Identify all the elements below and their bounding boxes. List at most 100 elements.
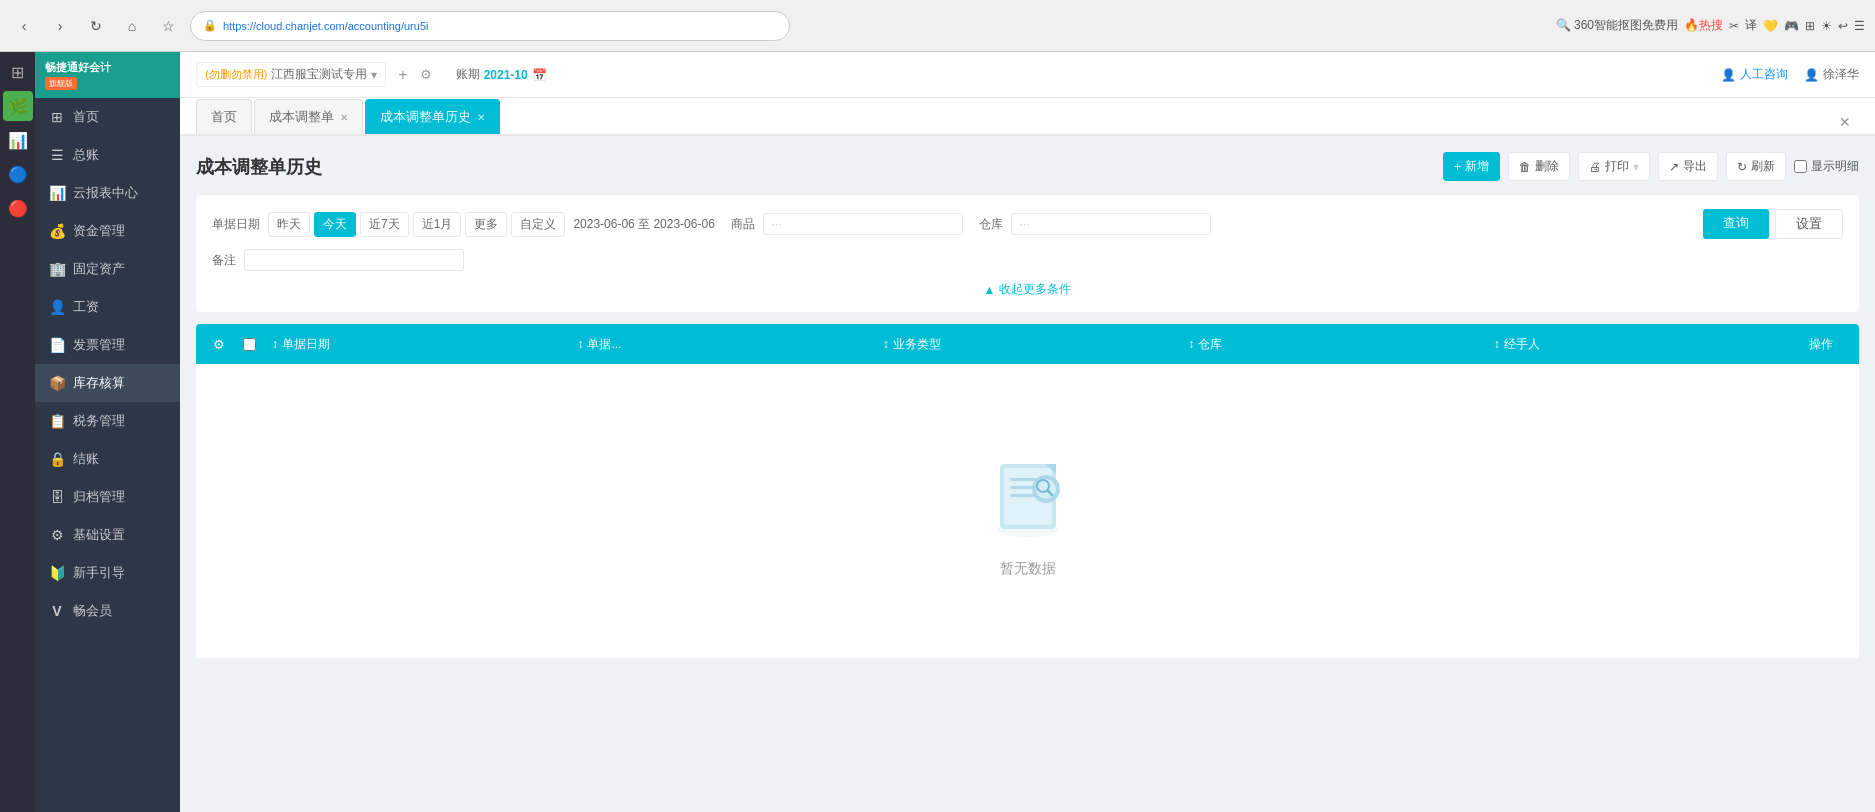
sidebar-item-vip[interactable]: V 畅会员 [35,592,180,630]
sidebar-label-fixed: 固定资产 [73,260,125,278]
star-button[interactable]: ☆ [154,12,182,40]
address-bar[interactable]: 🔒 https://cloud.chanjet.com/accounting/u… [190,11,790,41]
user-menu[interactable]: 👤 徐泽华 [1804,66,1859,83]
select-all-input[interactable] [243,338,256,351]
date-filter-label: 单据日期 [212,216,260,233]
sidebar-item-home[interactable]: ⊞ 首页 [35,98,180,136]
hot-search[interactable]: 🔥热搜 [1684,17,1723,34]
tab-home[interactable]: 首页 [196,99,252,134]
show-columns-checkbox[interactable] [1794,160,1807,173]
query-button[interactable]: 查询 [1703,209,1769,239]
apps-tool[interactable]: ⊞ [1805,19,1815,33]
th-date[interactable]: ↕ 单据日期 [264,336,569,353]
sidebar-item-settings[interactable]: ⚙ 基础设置 [35,516,180,554]
add-company-btn[interactable]: + [398,66,407,84]
forward-button[interactable]: › [46,12,74,40]
export-button[interactable]: ↗ 导出 [1658,152,1718,181]
date-btn-yesterday[interactable]: 昨天 [268,212,310,237]
delete-label: 删除 [1535,158,1559,175]
brightness-tool[interactable]: ☀ [1821,19,1832,33]
new-button[interactable]: + 新增 [1443,152,1500,181]
tab-cost-adjust-history[interactable]: 成本调整单历史 ✕ [365,99,500,134]
sidebar-item-reports[interactable]: 📊 云报表中心 [35,174,180,212]
reload-button[interactable]: ↻ [82,12,110,40]
sidebar-item-fixed[interactable]: 🏢 固定资产 [35,250,180,288]
date-btn-custom[interactable]: 自定义 [511,212,565,237]
th-warehouse[interactable]: ↕ 仓库 [1180,336,1485,353]
inventory-icon: 📦 [49,375,65,391]
settings-icon: ⚙ [49,527,65,543]
sidebar: 畅捷通好会计 旗舰版 ⊞ 首页 ☰ 总账 📊 云报表中心 💰 资金管理 [35,52,180,812]
date-btn-more[interactable]: 更多 [465,212,507,237]
sidebar-label-ledger: 总账 [73,146,99,164]
tab-cost-adjust-close[interactable]: ✕ [340,112,348,123]
period-label: 账期 [456,66,480,83]
company-settings-btn[interactable]: ⚙ [420,67,432,82]
sidebar-item-invoice[interactable]: 📄 发票管理 [35,326,180,364]
sidebar-item-funds[interactable]: 💰 资金管理 [35,212,180,250]
goods-dots: ··· [772,217,782,231]
th-sort-date-icon: ↕ [272,337,278,351]
period-info: 账期 2021-10 📅 [456,66,547,83]
menu-tool[interactable]: ☰ [1854,19,1865,33]
sidebar-item-inventory[interactable]: 📦 库存核算 [35,364,180,402]
show-columns-label: 显示明细 [1811,158,1859,175]
icon-bar-home[interactable]: ⊞ [3,57,33,87]
refresh-button[interactable]: ↻ 刷新 [1726,152,1786,181]
collapse-button[interactable]: ▲ 收起更多条件 [212,281,1843,298]
goods-selector[interactable]: ··· [763,213,963,235]
sidebar-label-salary: 工资 [73,298,99,316]
sidebar-item-salary[interactable]: 👤 工资 [35,288,180,326]
tab-history-close[interactable]: ✕ [477,112,485,123]
sidebar-label-vip: 畅会员 [73,602,112,620]
warehouse-selector[interactable]: ··· [1011,213,1211,235]
sidebar-item-archive[interactable]: 🗄 归档管理 [35,478,180,516]
th-handler[interactable]: ↕ 经手人 [1486,336,1791,353]
tab-cost-adjust[interactable]: 成本调整单 ✕ [254,99,363,134]
scissors-tool[interactable]: ✂ [1729,19,1739,33]
archive-icon: 🗄 [49,489,65,505]
top-bar-right: 👤 人工咨询 👤 徐泽华 [1721,66,1859,83]
back-button[interactable]: ‹ [10,12,38,40]
invoice-icon: 📄 [49,337,65,353]
tab-close-all[interactable]: ✕ [1831,110,1859,134]
sidebar-logo[interactable]: 畅捷通好会计 旗舰版 [35,52,180,98]
show-columns-btn[interactable]: 显示明细 [1794,158,1859,175]
date-btn-7days[interactable]: 近7天 [360,212,409,237]
logo-badge: 旗舰版 [45,77,77,90]
translate-tool[interactable]: 译 [1745,17,1757,34]
undo-tool[interactable]: ↩ [1838,19,1848,33]
home-button[interactable]: ⌂ [118,12,146,40]
icon-bar-item-1[interactable]: 📊 [3,125,33,155]
sidebar-item-close[interactable]: 🔒 结账 [35,440,180,478]
sidebar-item-ledger[interactable]: ☰ 总账 [35,136,180,174]
print-button[interactable]: 🖨 打印 ▾ [1578,152,1650,181]
sidebar-label-archive: 归档管理 [73,488,125,506]
wallet-tool[interactable]: 💛 [1763,19,1778,33]
filter-settings-button[interactable]: 设置 [1775,209,1843,239]
icon-bar-active[interactable]: 🌿 [3,91,33,121]
search-tool[interactable]: 🔍 360智能抠图免费用 [1556,17,1678,34]
calendar-icon[interactable]: 📅 [532,68,547,82]
game-tool[interactable]: 🎮 [1784,19,1799,33]
date-btn-today[interactable]: 今天 [314,212,356,237]
sidebar-item-tax[interactable]: 📋 税务管理 [35,402,180,440]
service-link[interactable]: 👤 人工咨询 [1721,66,1788,83]
th-type[interactable]: ↕ 业务类型 [875,336,1180,353]
column-settings-btn[interactable]: ⚙ [204,337,234,352]
period-value: 2021-10 [484,68,528,82]
icon-bar-item-2[interactable]: 🔵 [3,159,33,189]
th-number[interactable]: ↕ 单据... [569,336,874,353]
home-icon: ⊞ [49,109,65,125]
date-btn-1month[interactable]: 近1月 [413,212,462,237]
select-all-checkbox[interactable] [234,338,264,351]
th-sort-handler-icon: ↕ [1494,337,1500,351]
refresh-label: 刷新 [1751,158,1775,175]
delete-button[interactable]: 🗑 删除 [1508,152,1570,181]
company-selector[interactable]: (勿删勿禁用) 江西服宝测试专用 ▾ [196,62,386,87]
note-input[interactable] [244,249,464,271]
filter-row-2: 备注 [212,249,1843,271]
sidebar-item-guide[interactable]: 🔰 新手引导 [35,554,180,592]
refresh-icon: ↻ [1737,160,1747,174]
icon-bar-item-3[interactable]: 🔴 [3,193,33,223]
